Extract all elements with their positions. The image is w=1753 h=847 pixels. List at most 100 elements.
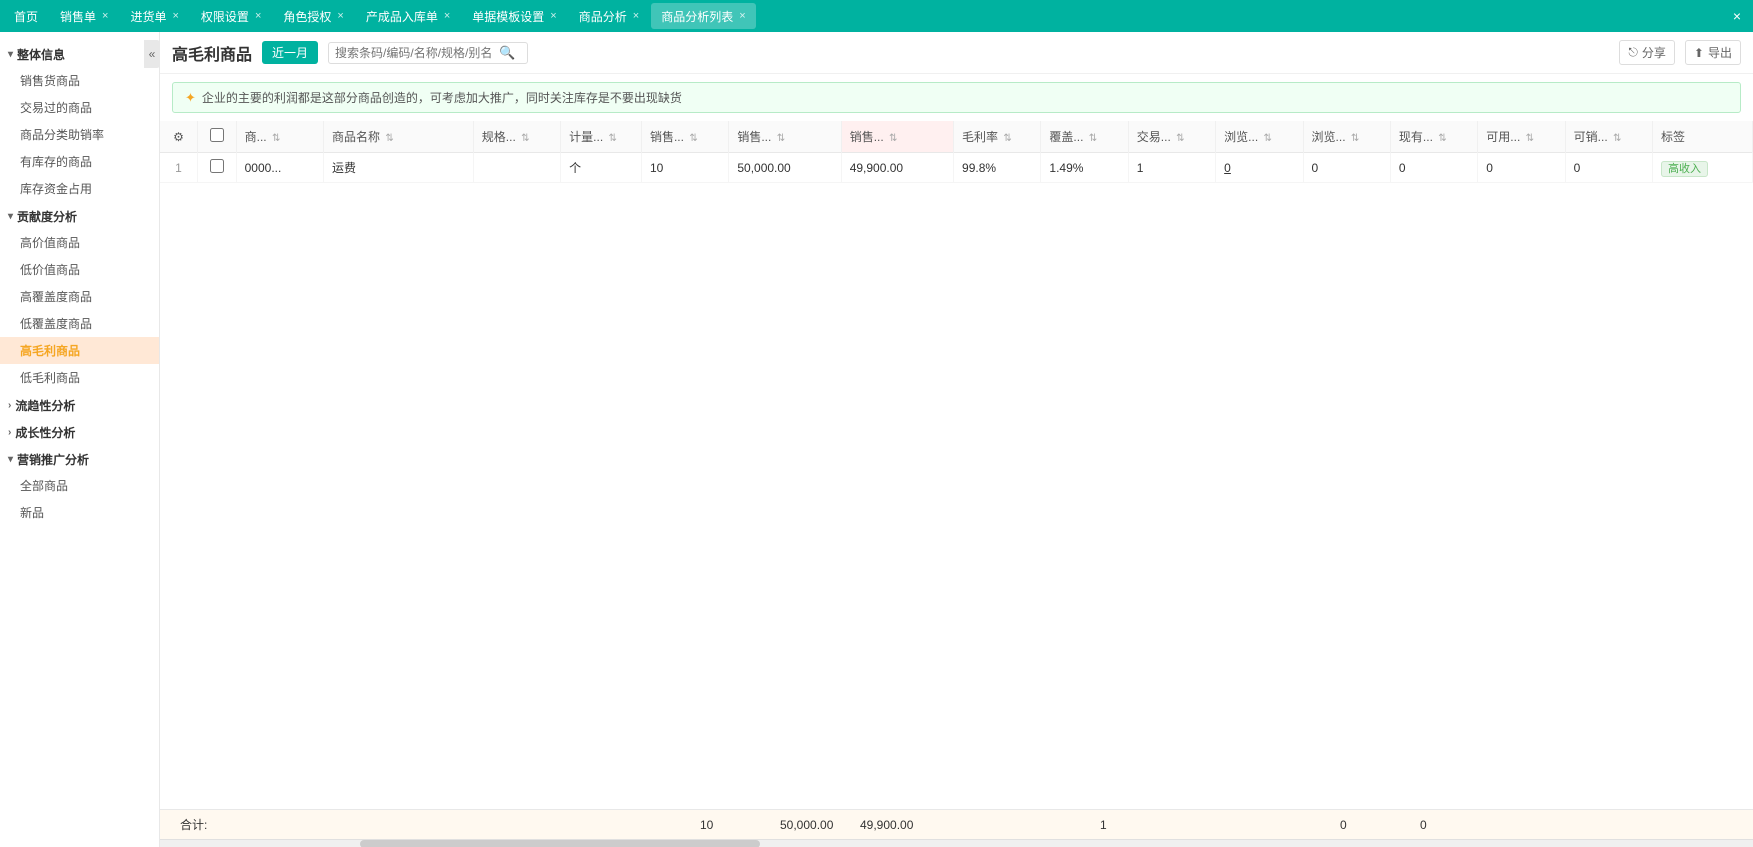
- col-spec[interactable]: 规格... ⇅: [473, 121, 560, 153]
- sidebar-item-category-sales-rate[interactable]: 商品分类助销率: [0, 121, 159, 148]
- col-transaction[interactable]: 交易... ⇅: [1128, 121, 1215, 153]
- nav-product-analysis[interactable]: 商品分析 ×: [569, 3, 649, 29]
- content-area: 高毛利商品 近一月 🔍 ⎋ 分享 ⬆ 导出 ✦ 企业的主要的利润都是这部分商品创…: [160, 32, 1753, 847]
- col-unit[interactable]: 计量... ⇅: [561, 121, 642, 153]
- sidebar-section-marketing[interactable]: ▾ 营销推广分析: [0, 445, 159, 472]
- cell-gross-rate: 99.8%: [954, 153, 1041, 183]
- col-unit-sort-icon[interactable]: ⇅: [609, 133, 617, 144]
- footer-cell-transaction: 1: [1092, 818, 1172, 832]
- col-gross-rate[interactable]: 毛利率 ⇅: [954, 121, 1041, 153]
- col-view1[interactable]: 浏览... ⇅: [1216, 121, 1303, 153]
- sidebar-item-high-coverage[interactable]: 高覆盖度商品: [0, 283, 159, 310]
- sidebar-collapse-button[interactable]: «: [144, 40, 160, 68]
- nav-close-product-analysis[interactable]: ×: [633, 10, 639, 22]
- sidebar-section-trend[interactable]: › 流趋性分析: [0, 391, 159, 418]
- col-sales-qty-sort-icon[interactable]: ⇅: [689, 133, 697, 144]
- col-available-stock-sort-icon[interactable]: ⇅: [1526, 133, 1534, 144]
- data-table: ⚙ 商... ⇅ 商品名称 ⇅: [160, 121, 1753, 183]
- col-transaction-sort-icon[interactable]: ⇅: [1176, 133, 1184, 144]
- nav-close-product-inbound[interactable]: ×: [444, 10, 450, 22]
- col-view2[interactable]: 浏览... ⇅: [1303, 121, 1390, 153]
- col-sellable-stock-sort-icon[interactable]: ⇅: [1613, 133, 1621, 144]
- cell-available-stock: 0: [1478, 153, 1565, 183]
- search-input[interactable]: [335, 46, 495, 60]
- col-sales-amount-sort-icon[interactable]: ⇅: [777, 133, 785, 144]
- sidebar-item-low-coverage[interactable]: 低覆盖度商品: [0, 310, 159, 337]
- col-sales-amount[interactable]: 销售... ⇅: [729, 121, 841, 153]
- nav-permission-settings[interactable]: 权限设置 ×: [191, 3, 271, 29]
- col-code-sort-icon[interactable]: ⇅: [272, 133, 280, 144]
- sidebar-item-high-margin[interactable]: 高毛利商品: [0, 337, 159, 364]
- col-available-stock[interactable]: 可用... ⇅: [1478, 121, 1565, 153]
- sidebar-section-overall-arrow: ▾: [8, 49, 13, 60]
- sidebar-item-low-margin[interactable]: 低毛利商品: [0, 364, 159, 391]
- horizontal-scrollbar[interactable]: [160, 839, 1753, 847]
- share-icon: ⎋: [1628, 45, 1638, 60]
- sidebar-item-all-goods[interactable]: 全部商品: [0, 472, 159, 499]
- col-coverage[interactable]: 覆盖... ⇅: [1041, 121, 1128, 153]
- col-tag[interactable]: 标签: [1653, 121, 1753, 153]
- sidebar-item-new-goods[interactable]: 新品: [0, 499, 159, 526]
- sidebar-item-stock-capital[interactable]: 库存资金占用: [0, 175, 159, 202]
- nav-close-role-auth[interactable]: ×: [337, 10, 343, 22]
- nav-product-inbound[interactable]: 产成品入库单 ×: [356, 3, 460, 29]
- sidebar-item-traded-goods[interactable]: 交易过的商品: [0, 94, 159, 121]
- col-code[interactable]: 商... ⇅: [236, 121, 323, 153]
- sidebar-section-contribution[interactable]: ▾ 贡献度分析: [0, 202, 159, 229]
- nav-close-permission-settings[interactable]: ×: [255, 10, 261, 22]
- footer-cell-empty4: [612, 818, 692, 832]
- close-all-tabs-button[interactable]: ×: [1725, 4, 1749, 28]
- col-spec-sort-icon[interactable]: ⇅: [521, 133, 529, 144]
- nav-close-product-analysis-list[interactable]: ×: [739, 10, 745, 22]
- nav-template-settings[interactable]: 单据模板设置 ×: [462, 3, 566, 29]
- col-gross-rate-sort-icon[interactable]: ⇅: [1003, 133, 1011, 144]
- export-button[interactable]: ⬆ 导出: [1685, 40, 1741, 65]
- col-sellable-stock[interactable]: 可销... ⇅: [1565, 121, 1652, 153]
- col-name-sort-icon[interactable]: ⇅: [385, 133, 393, 144]
- sidebar-item-in-stock-goods[interactable]: 有库存的商品: [0, 148, 159, 175]
- col-sales-profit[interactable]: 销售... ⇅: [841, 121, 953, 153]
- col-coverage-sort-icon[interactable]: ⇅: [1089, 133, 1097, 144]
- nav-role-auth[interactable]: 角色授权 ×: [273, 3, 353, 29]
- nav-close-template-settings[interactable]: ×: [550, 10, 556, 22]
- col-view2-sort-icon[interactable]: ⇅: [1351, 133, 1359, 144]
- nav-sales-order[interactable]: 销售单 ×: [50, 3, 118, 29]
- select-all-checkbox[interactable]: [210, 128, 224, 142]
- col-settings[interactable]: ⚙: [160, 121, 197, 153]
- footer-cell-current-stock: 0: [1332, 818, 1412, 832]
- cell-name: 运费: [324, 153, 474, 183]
- sidebar-item-high-value[interactable]: 高价值商品: [0, 229, 159, 256]
- tag-badge: 高收入: [1661, 161, 1708, 177]
- cell-coverage: 1.49%: [1041, 153, 1128, 183]
- col-sales-profit-sort-icon[interactable]: ⇅: [889, 133, 897, 144]
- sidebar-section-growth-arrow: ›: [8, 427, 11, 438]
- col-name[interactable]: 商品名称 ⇅: [324, 121, 474, 153]
- row-checkbox[interactable]: [210, 159, 224, 173]
- search-icon[interactable]: 🔍: [499, 45, 515, 61]
- nav-purchase-order[interactable]: 进货单 ×: [120, 3, 188, 29]
- cell-view2: 0: [1303, 153, 1390, 183]
- col-current-stock-sort-icon[interactable]: ⇅: [1438, 133, 1446, 144]
- share-button[interactable]: ⎋ 分享: [1619, 40, 1675, 65]
- sidebar-section-growth[interactable]: › 成长性分析: [0, 418, 159, 445]
- cell-view1[interactable]: 0: [1216, 153, 1303, 183]
- col-view1-sort-icon[interactable]: ⇅: [1264, 133, 1272, 144]
- cell-spec: [473, 153, 560, 183]
- nav-product-analysis-list[interactable]: 商品分析列表 ×: [651, 3, 755, 29]
- footer-cell-empty7: [1172, 818, 1252, 832]
- sidebar-item-low-value[interactable]: 低价值商品: [0, 256, 159, 283]
- nav-home[interactable]: 首页: [4, 3, 48, 29]
- sidebar-item-sales-goods[interactable]: 销售货商品: [0, 67, 159, 94]
- data-table-wrapper[interactable]: ⚙ 商... ⇅ 商品名称 ⇅: [160, 121, 1753, 809]
- footer-cell-sales-qty: 10: [692, 818, 772, 832]
- scrollbar-thumb[interactable]: [360, 840, 760, 847]
- col-current-stock[interactable]: 现有... ⇅: [1390, 121, 1477, 153]
- nav-close-sales-order[interactable]: ×: [102, 10, 108, 22]
- nav-close-purchase-order[interactable]: ×: [172, 10, 178, 22]
- sidebar-section-overall[interactable]: ▾ 整体信息: [0, 40, 159, 67]
- cell-unit: 个: [561, 153, 642, 183]
- col-sales-qty[interactable]: 销售... ⇅: [641, 121, 728, 153]
- cell-checkbox[interactable]: [197, 153, 236, 183]
- col-checkbox[interactable]: [197, 121, 236, 153]
- time-filter-button[interactable]: 近一月: [262, 41, 318, 64]
